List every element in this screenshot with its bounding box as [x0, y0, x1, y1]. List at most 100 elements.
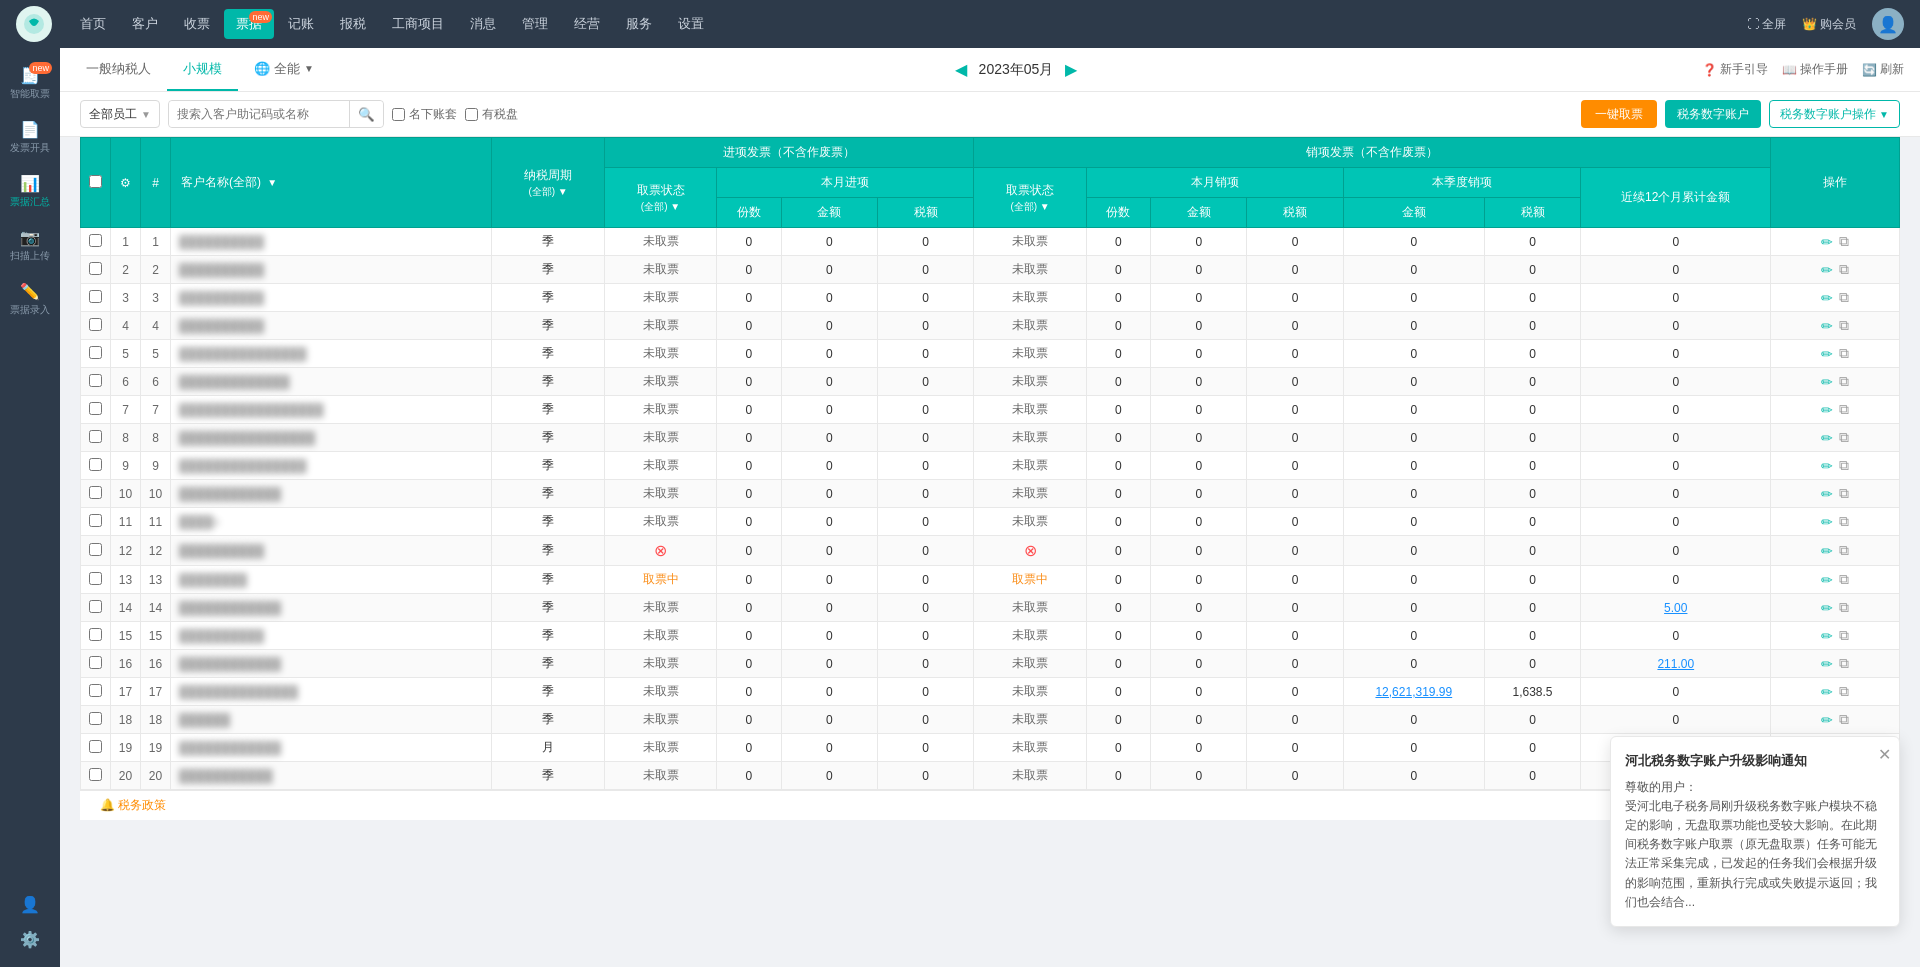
row-checkbox[interactable]: [89, 262, 102, 275]
employee-select[interactable]: 全部员工 ▼: [80, 100, 160, 128]
row-checkbox[interactable]: [89, 656, 102, 669]
edit-icon[interactable]: ✏: [1821, 262, 1833, 278]
row-checkbox[interactable]: [89, 628, 102, 641]
tax-period-filter[interactable]: (全部) ▼: [528, 186, 567, 197]
sidebar-item-smart-invoice[interactable]: 🧾 智能取票 new: [0, 56, 60, 110]
edit-icon[interactable]: ✏: [1821, 572, 1833, 588]
edit-icon[interactable]: ✏: [1821, 486, 1833, 502]
sidebar-item-issue-invoice[interactable]: 📄 发票开具: [0, 110, 60, 164]
row-checkbox[interactable]: [89, 458, 102, 471]
tax-digital-account-button[interactable]: 税务数字账户: [1665, 100, 1761, 128]
sidebar-item-scan-upload[interactable]: 📷 扫描上传: [0, 218, 60, 272]
nav-item-operation[interactable]: 经营: [562, 9, 612, 39]
nav-item-bookkeeping[interactable]: 记账: [276, 9, 326, 39]
copy-icon[interactable]: ⧉: [1839, 373, 1849, 390]
copy-icon[interactable]: ⧉: [1839, 627, 1849, 644]
copy-icon[interactable]: ⧉: [1839, 571, 1849, 588]
edit-icon[interactable]: ✏: [1821, 684, 1833, 700]
tab-all-types[interactable]: 🌐 全能 ▼: [238, 48, 330, 91]
row-checkbox[interactable]: [89, 543, 102, 556]
tax-policy-link[interactable]: 🔔 税务政策: [100, 797, 166, 814]
tab-small-scale[interactable]: 小规模: [167, 48, 238, 91]
edit-icon[interactable]: ✏: [1821, 514, 1833, 530]
copy-icon[interactable]: ⧉: [1839, 485, 1849, 502]
nav-item-invoice[interactable]: 票据 new: [224, 9, 274, 39]
row-checkbox[interactable]: [89, 346, 102, 359]
edit-icon[interactable]: ✏: [1821, 543, 1833, 559]
copy-icon[interactable]: ⧉: [1839, 457, 1849, 474]
fullscreen-button[interactable]: ⛶ 全屏: [1747, 16, 1786, 33]
select-all-checkbox[interactable]: [89, 175, 102, 188]
edit-icon[interactable]: ✏: [1821, 430, 1833, 446]
copy-icon[interactable]: ⧉: [1839, 401, 1849, 418]
season-amount-cell[interactable]: 12,621,319.99: [1343, 678, 1484, 706]
row-checkbox[interactable]: [89, 684, 102, 697]
edit-icon[interactable]: ✏: [1821, 458, 1833, 474]
row-checkbox[interactable]: [89, 290, 102, 303]
edit-icon[interactable]: ✏: [1821, 234, 1833, 250]
copy-icon[interactable]: ⧉: [1839, 542, 1849, 559]
sidebar-item-invoice-entry[interactable]: ✏️ 票据录入: [0, 272, 60, 326]
edit-icon[interactable]: ✏: [1821, 656, 1833, 672]
row-checkbox[interactable]: [89, 740, 102, 753]
row-checkbox[interactable]: [89, 318, 102, 331]
search-button[interactable]: 🔍: [349, 101, 383, 127]
refresh-button[interactable]: 🔄 刷新: [1862, 61, 1904, 78]
prev-month-button[interactable]: ◀: [955, 60, 967, 79]
sidebar-item-user[interactable]: 👤: [14, 887, 46, 922]
client-filter-icon[interactable]: ▼: [267, 177, 277, 188]
rolling12-cell[interactable]: 5.00: [1581, 594, 1771, 622]
sidebar-item-invoice-summary[interactable]: 📊 票据汇总: [0, 164, 60, 218]
search-input[interactable]: [169, 101, 349, 127]
nav-item-message[interactable]: 消息: [458, 9, 508, 39]
in-fetch-filter[interactable]: (全部) ▼: [641, 201, 680, 212]
rolling12-cell[interactable]: 211.00: [1581, 650, 1771, 678]
edit-icon[interactable]: ✏: [1821, 628, 1833, 644]
copy-icon[interactable]: ⧉: [1839, 317, 1849, 334]
copy-icon[interactable]: ⧉: [1839, 261, 1849, 278]
row-checkbox[interactable]: [89, 712, 102, 725]
edit-icon[interactable]: ✏: [1821, 290, 1833, 306]
copy-icon[interactable]: ⧉: [1839, 233, 1849, 250]
checkbox-has-taxdisk[interactable]: 有税盘: [465, 106, 518, 123]
row-checkbox[interactable]: [89, 402, 102, 415]
copy-icon[interactable]: ⧉: [1839, 429, 1849, 446]
member-button[interactable]: 👑 购会员: [1802, 16, 1856, 33]
settings-icon[interactable]: ⚙: [120, 176, 131, 190]
checkbox-subsidiary-accounts[interactable]: 名下账套: [392, 106, 457, 123]
next-month-button[interactable]: ▶: [1065, 60, 1077, 79]
avatar[interactable]: 👤: [1872, 8, 1904, 40]
copy-icon[interactable]: ⧉: [1839, 289, 1849, 306]
nav-item-client[interactable]: 客户: [120, 9, 170, 39]
sidebar-item-config[interactable]: ⚙️: [14, 922, 46, 957]
nav-item-settings[interactable]: 设置: [666, 9, 716, 39]
new-guide-button[interactable]: ❓ 新手引导: [1702, 61, 1768, 78]
copy-icon[interactable]: ⧉: [1839, 345, 1849, 362]
tax-account-op-button[interactable]: 税务数字账户操作 ▼: [1769, 100, 1900, 128]
copy-icon[interactable]: ⧉: [1839, 599, 1849, 616]
out-fetch-filter[interactable]: (全部) ▼: [1010, 201, 1049, 212]
taxdisk-checkbox[interactable]: [465, 108, 478, 121]
edit-icon[interactable]: ✏: [1821, 374, 1833, 390]
one-key-invoice-button[interactable]: 一键取票: [1581, 100, 1657, 128]
edit-icon[interactable]: ✏: [1821, 402, 1833, 418]
row-checkbox[interactable]: [89, 514, 102, 527]
copy-icon[interactable]: ⧉: [1839, 683, 1849, 700]
row-checkbox[interactable]: [89, 572, 102, 585]
copy-icon[interactable]: ⧉: [1839, 655, 1849, 672]
nav-item-service[interactable]: 服务: [614, 9, 664, 39]
nav-item-tax[interactable]: 报税: [328, 9, 378, 39]
tab-general-taxpayer[interactable]: 一般纳税人: [70, 48, 167, 91]
manual-button[interactable]: 📖 操作手册: [1782, 61, 1848, 78]
row-checkbox[interactable]: [89, 486, 102, 499]
nav-item-home[interactable]: 首页: [68, 9, 118, 39]
copy-icon[interactable]: ⧉: [1839, 513, 1849, 530]
edit-icon[interactable]: ✏: [1821, 600, 1833, 616]
notification-close-button[interactable]: ✕: [1878, 745, 1891, 764]
row-checkbox[interactable]: [89, 430, 102, 443]
row-checkbox[interactable]: [89, 234, 102, 247]
edit-icon[interactable]: ✏: [1821, 346, 1833, 362]
subsidiary-checkbox[interactable]: [392, 108, 405, 121]
nav-item-receipt[interactable]: 收票: [172, 9, 222, 39]
edit-icon[interactable]: ✏: [1821, 318, 1833, 334]
